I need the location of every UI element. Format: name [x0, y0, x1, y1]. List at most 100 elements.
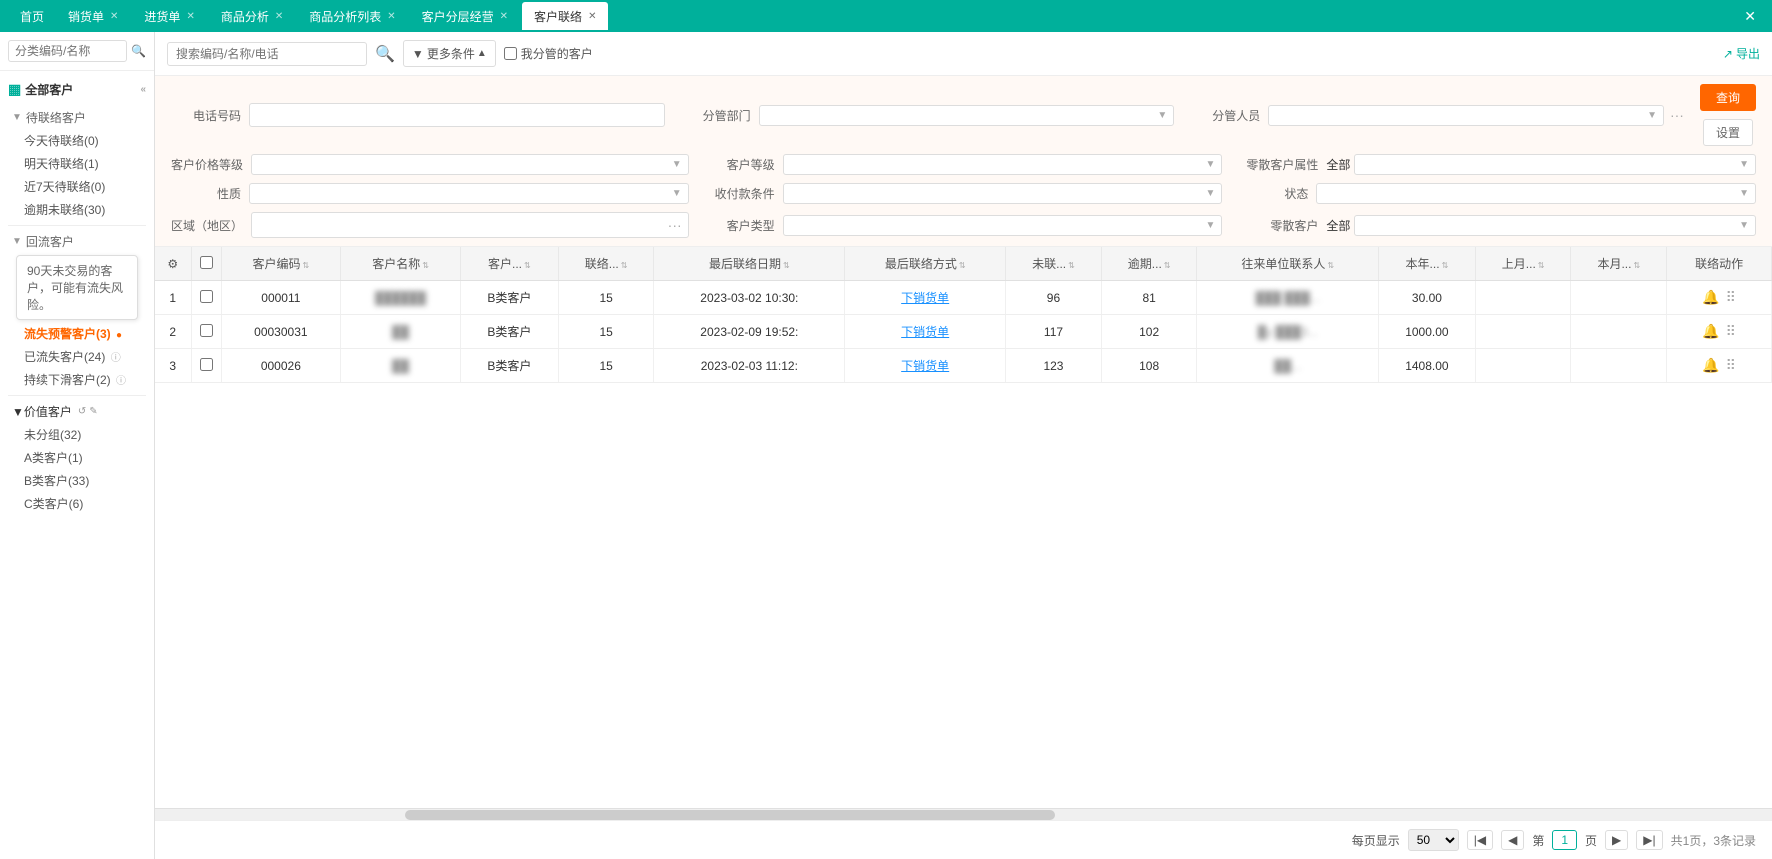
sidebar-item-back-drop[interactable]: 持续下滑客户(2) ⓘ [8, 368, 146, 391]
region-select[interactable]: ··· [251, 212, 689, 238]
my-customers-checkbox[interactable] [504, 47, 517, 60]
nature-select[interactable]: ▼ [249, 183, 689, 204]
action-grid-icon-2[interactable]: ⠿ [1726, 323, 1736, 340]
tab-product-analysis-list-close[interactable]: ✕ [387, 11, 395, 22]
th-last-contact-way[interactable]: 最后联络方式⇅ [845, 247, 1006, 281]
tab-customer-contact[interactable]: 客户联络 ✕ [522, 2, 608, 30]
th-settings[interactable]: ⚙ [155, 247, 191, 281]
payment-select[interactable]: ▼ [783, 183, 1223, 204]
th-last-month[interactable]: 上月...⇅ [1475, 247, 1571, 281]
more-conditions-btn[interactable]: ▼ 更多条件 ▲ [403, 40, 496, 67]
th-this-year[interactable]: 本年...⇅ [1379, 247, 1476, 281]
app-close-button[interactable]: ✕ [1736, 8, 1764, 25]
action-bell-icon-3[interactable]: 🔔 [1702, 357, 1719, 374]
export-button[interactable]: ↗ 导出 [1723, 45, 1760, 62]
customer-level-label: 客户等级 [705, 156, 775, 173]
tab-customer-contact-close[interactable]: ✕ [588, 11, 596, 22]
dept-select[interactable]: ▼ [759, 105, 1175, 126]
horizontal-scrollbar[interactable] [155, 808, 1772, 820]
action-bell-icon-1[interactable]: 🔔 [1702, 289, 1719, 306]
action-grid-icon-3[interactable]: ⠿ [1726, 357, 1736, 374]
th-type[interactable]: 客户...⇅ [460, 247, 558, 281]
dept-label: 分管部门 [681, 107, 751, 124]
contact-way-link-1[interactable]: 下销货单 [901, 291, 949, 305]
filter-search-input[interactable] [167, 42, 367, 66]
phone-input[interactable] [249, 103, 665, 127]
zero-attr-select[interactable]: ▼ [1354, 154, 1756, 175]
cell-way-2[interactable]: 下销货单 [845, 315, 1006, 349]
tab-purchase[interactable]: 进货单 ✕ [132, 2, 206, 30]
edit-icon[interactable]: ✎ [89, 406, 97, 417]
refresh-icon[interactable]: ↺ [78, 406, 86, 417]
tab-sales-close[interactable]: ✕ [110, 11, 118, 22]
tab-home[interactable]: 首页 [8, 2, 56, 30]
th-checkbox[interactable] [191, 247, 221, 281]
query-button[interactable]: 查询 [1700, 84, 1756, 111]
sidebar-item-c-class[interactable]: C类客户(6) [8, 492, 146, 515]
select-all-checkbox[interactable] [200, 256, 213, 269]
sidebar-item-already-lost[interactable]: 已流失客户(24) ⓘ [8, 345, 146, 368]
th-contact[interactable]: 联络...⇅ [558, 247, 654, 281]
sidebar-item-a-class[interactable]: A类客户(1) [8, 446, 146, 469]
row-checkbox-3[interactable] [200, 358, 213, 371]
settings-button[interactable]: 设置 [1703, 119, 1753, 146]
collapse-icon[interactable]: « [140, 84, 146, 95]
next-page-btn[interactable]: ▶ [1605, 830, 1628, 850]
my-customers-checkbox-label[interactable]: 我分管的客户 [504, 45, 593, 62]
cell-checkbox-3[interactable] [191, 349, 221, 383]
tab-purchase-close[interactable]: ✕ [186, 11, 194, 22]
filter-search-icon[interactable]: 🔍 [375, 44, 395, 64]
first-page-btn[interactable]: |◀ [1467, 830, 1493, 850]
action-grid-icon-1[interactable]: ⠿ [1726, 289, 1736, 306]
cell-way-3[interactable]: 下销货单 [845, 349, 1006, 383]
region-dots[interactable]: ··· [668, 217, 682, 233]
tab-customer-segment-close[interactable]: ✕ [500, 11, 508, 22]
adv-filter-row-3: 性质 ▼ 收付款条件 ▼ 状态 [171, 183, 1756, 204]
sidebar-item-ungroup[interactable]: 未分组(32) [8, 423, 146, 446]
sidebar-item-overdue[interactable]: 逾期未联络(30) [8, 198, 146, 221]
sidebar-item-today[interactable]: 今天待联络(0) [8, 129, 146, 152]
sidebar-search-icon[interactable]: 🔍 [131, 44, 146, 58]
contact-way-link-2[interactable]: 下销货单 [901, 325, 949, 339]
status-select[interactable]: ▼ [1316, 183, 1756, 204]
tab-product-analysis-list[interactable]: 商品分析列表 ✕ [297, 2, 407, 30]
per-page-select[interactable]: 50 100 200 [1408, 829, 1459, 851]
th-uncontact[interactable]: 未联...⇅ [1006, 247, 1102, 281]
sidebar-item-lost-warning[interactable]: 流失预警客户(3) ● [8, 322, 146, 345]
tab-product-analysis-close[interactable]: ✕ [275, 11, 283, 22]
cell-way-1[interactable]: 下销货单 [845, 281, 1006, 315]
th-last-contact-date[interactable]: 最后联络日期⇅ [654, 247, 845, 281]
th-code[interactable]: 客户编码⇅ [221, 247, 341, 281]
price-level-select[interactable]: ▼ [251, 154, 689, 175]
th-this-month[interactable]: 本月...⇅ [1571, 247, 1667, 281]
tab-customer-segment[interactable]: 客户分层经营 ✕ [410, 2, 520, 30]
sidebar-pending-header[interactable]: ▼ 待联络客户 [8, 106, 146, 129]
last-page-btn[interactable]: ▶| [1636, 830, 1662, 850]
manager-dots[interactable]: ··· [1670, 107, 1684, 123]
sidebar-lost-header[interactable]: ▼ 回流客户 [8, 230, 146, 253]
action-bell-icon-2[interactable]: 🔔 [1702, 323, 1719, 340]
sidebar-item-tomorrow[interactable]: 明天待联络(1) [8, 152, 146, 175]
sidebar-item-b-class[interactable]: B类客户(33) [8, 469, 146, 492]
customer-type-select[interactable]: ▼ [783, 215, 1223, 236]
tab-sales[interactable]: 销货单 ✕ [56, 2, 130, 30]
cell-checkbox-1[interactable] [191, 281, 221, 315]
sidebar-search-input[interactable] [8, 40, 127, 62]
th-overdue[interactable]: 逾期...⇅ [1101, 247, 1197, 281]
tab-product-analysis[interactable]: 商品分析 ✕ [209, 2, 295, 30]
manager-select[interactable]: ▼ [1268, 105, 1664, 126]
sidebar-value-header[interactable]: ▼ 价值客户 ↺ ✎ [8, 400, 146, 423]
cell-type-1: B类客户 [460, 281, 558, 315]
prev-page-btn[interactable]: ◀ [1501, 830, 1524, 850]
scroll-thumb[interactable] [405, 810, 1055, 820]
th-name[interactable]: 客户名称⇅ [341, 247, 461, 281]
th-unit-contacts[interactable]: 往来单位联系人⇅ [1197, 247, 1379, 281]
customer-level-select[interactable]: ▼ [783, 154, 1223, 175]
contact-way-link-3[interactable]: 下销货单 [901, 359, 949, 373]
zero-customer-select[interactable]: ▼ [1354, 215, 1756, 236]
sidebar-all-customers[interactable]: ▦ 全部客户 « [8, 77, 146, 102]
row-checkbox-1[interactable] [200, 290, 213, 303]
sidebar-item-week[interactable]: 近7天待联络(0) [8, 175, 146, 198]
row-checkbox-2[interactable] [200, 324, 213, 337]
cell-checkbox-2[interactable] [191, 315, 221, 349]
